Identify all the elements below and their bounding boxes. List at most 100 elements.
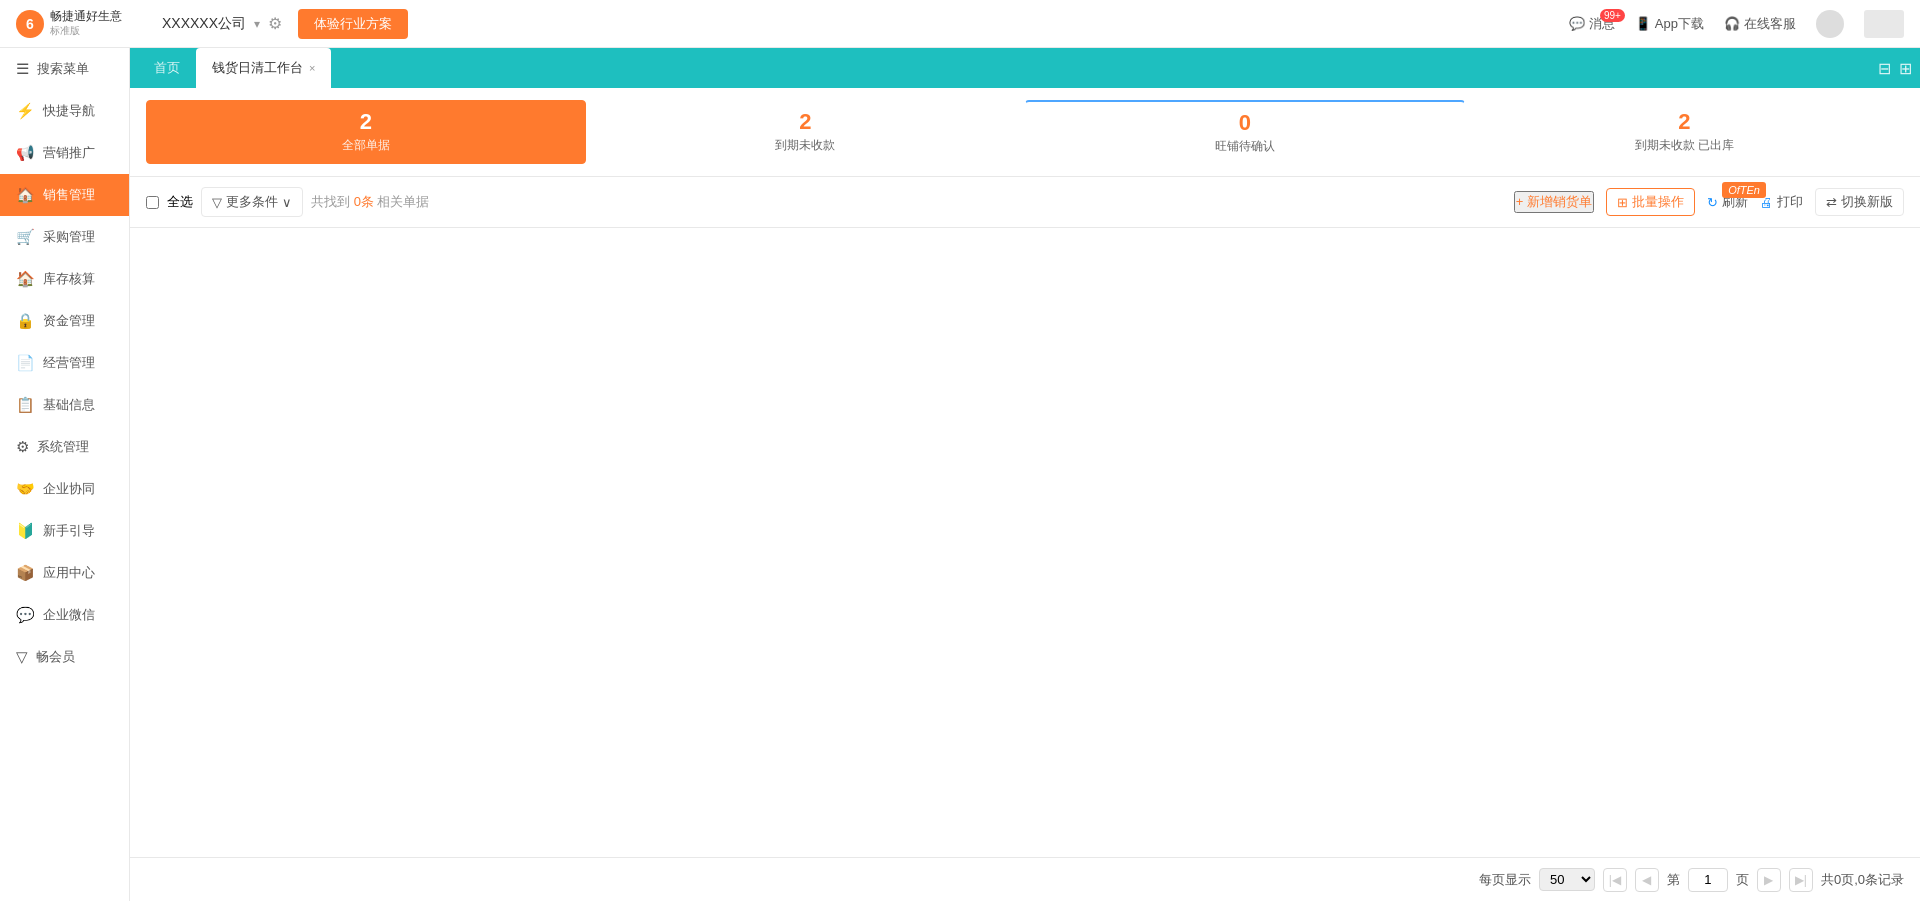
filter-label: 更多条件 bbox=[226, 193, 278, 211]
company-name: XXXXXX公司 bbox=[162, 15, 246, 33]
sidebar-item-system[interactable]: ⚙ 系统管理 bbox=[0, 426, 129, 468]
stat-label-overdue: 到期未收款 bbox=[603, 137, 1009, 154]
sidebar-item-quick-nav[interactable]: ⚡ 快捷导航 bbox=[0, 90, 129, 132]
stat-label-all: 全部单据 bbox=[163, 137, 569, 154]
user-name[interactable] bbox=[1864, 10, 1904, 38]
sidebar-item-finance[interactable]: 🔒 资金管理 bbox=[0, 300, 129, 342]
pagination: 每页显示 50 100 200 |◀ ◀ 第 页 ▶ ▶| 共0页,0条记录 bbox=[130, 857, 1920, 901]
member-icon: ▽ bbox=[16, 648, 28, 666]
page-of-label: 页 bbox=[1736, 871, 1749, 889]
app-download-button[interactable]: 📱 App下载 bbox=[1635, 15, 1704, 33]
app-center-icon: 📦 bbox=[16, 564, 35, 582]
finance-icon: 🔒 bbox=[16, 312, 35, 330]
switch-version-button[interactable]: ⇄ 切换新版 bbox=[1815, 188, 1904, 216]
switch-label: 切换新版 bbox=[1841, 193, 1893, 211]
sidebar-label-system: 系统管理 bbox=[37, 438, 89, 456]
filter-icon: ▽ bbox=[212, 195, 222, 210]
sidebar-item-sales[interactable]: 🏠 销售管理 bbox=[0, 174, 129, 216]
stat-card-overdue[interactable]: 2 到期未收款 bbox=[586, 100, 1026, 164]
company-selector[interactable]: XXXXXX公司 ▾ bbox=[162, 15, 260, 33]
tab-home-label: 首页 bbox=[154, 59, 180, 77]
avatar[interactable] bbox=[1816, 10, 1844, 38]
sidebar-item-inventory[interactable]: 🏠 库存核算 bbox=[0, 258, 129, 300]
message-icon: 💬 bbox=[1569, 16, 1585, 31]
tab-bar-right: ⊟ ⊞ bbox=[1878, 59, 1912, 78]
tab-close-icon[interactable]: × bbox=[309, 62, 315, 74]
sidebar-item-member[interactable]: ▽ 畅会员 bbox=[0, 636, 129, 678]
refresh-icon: ↻ bbox=[1707, 195, 1718, 210]
operations-icon: 📄 bbox=[16, 354, 35, 372]
sales-icon: 🏠 bbox=[16, 186, 35, 204]
search-icon: ☰ bbox=[16, 60, 29, 78]
page-size-select[interactable]: 50 100 200 bbox=[1539, 868, 1595, 891]
message-button[interactable]: 💬 消息 99+ bbox=[1569, 15, 1615, 33]
sidebar-item-search[interactable]: ☰ 搜索菜单 bbox=[0, 48, 129, 90]
batch-operation-button[interactable]: ⊞ 批量操作 bbox=[1606, 188, 1695, 216]
prev-page-button[interactable]: ◀ bbox=[1635, 868, 1659, 892]
sidebar-item-guide[interactable]: 🔰 新手引导 bbox=[0, 510, 129, 552]
chevron-down-icon: ▾ bbox=[254, 17, 260, 31]
logo-area: 6 畅捷通好生意 标准版 bbox=[16, 9, 146, 39]
headset-icon: 🎧 bbox=[1724, 16, 1740, 31]
page-label: 第 bbox=[1667, 871, 1680, 889]
logo-sub: 标准版 bbox=[50, 24, 122, 38]
stat-number-shipped: 2 bbox=[1482, 109, 1888, 135]
batch-label: 批量操作 bbox=[1632, 193, 1684, 211]
sidebar-item-operations[interactable]: 📄 经营管理 bbox=[0, 342, 129, 384]
stat-number-overdue: 2 bbox=[603, 109, 1009, 135]
content-area: 2 全部单据 2 到期未收款 0 旺铺待确认 2 到期未收款 已出库 全选 ▽ … bbox=[130, 88, 1920, 901]
sidebar-label-wechat: 企业微信 bbox=[43, 606, 95, 624]
stat-label-shipped: 到期未收款 已出库 bbox=[1482, 137, 1888, 154]
message-badge: 99+ bbox=[1600, 9, 1625, 22]
stats-row: 2 全部单据 2 到期未收款 0 旺铺待确认 2 到期未收款 已出库 bbox=[130, 88, 1920, 177]
next-page-button[interactable]: ▶ bbox=[1757, 868, 1781, 892]
stat-card-wangpu[interactable]: 0 旺铺待确认 bbox=[1025, 100, 1465, 164]
add-order-button[interactable]: + 新增销货单 bbox=[1514, 191, 1594, 213]
tab-home[interactable]: 首页 bbox=[138, 48, 196, 88]
sidebar-label-purchase: 采购管理 bbox=[43, 228, 95, 246]
tab-minimize-icon[interactable]: ⊟ bbox=[1878, 59, 1891, 78]
per-page-label: 每页显示 bbox=[1479, 871, 1531, 889]
first-page-button[interactable]: |◀ bbox=[1603, 868, 1627, 892]
try-industry-button[interactable]: 体验行业方案 bbox=[298, 9, 408, 39]
logo-name: 畅捷通好生意 bbox=[50, 9, 122, 25]
sidebar-item-basic-info[interactable]: 📋 基础信息 bbox=[0, 384, 129, 426]
sidebar-label-basic-info: 基础信息 bbox=[43, 396, 95, 414]
sidebar-label-guide: 新手引导 bbox=[43, 522, 95, 540]
stat-number-wangpu: 0 bbox=[1042, 110, 1448, 136]
toolbar: 全选 ▽ 更多条件 ∨ 共找到 0条 相关单据 + 新增销货单 ⊞ 批量操作 ↻… bbox=[130, 177, 1920, 228]
sidebar-label-member: 畅会员 bbox=[36, 648, 75, 666]
tab-expand-icon[interactable]: ⊞ bbox=[1899, 59, 1912, 78]
select-all-checkbox[interactable] bbox=[146, 196, 159, 209]
tab-workbench[interactable]: 钱货日清工作台 × bbox=[196, 48, 331, 88]
sidebar-label-sales: 销售管理 bbox=[43, 186, 95, 204]
sidebar-label-finance: 资金管理 bbox=[43, 312, 95, 330]
select-all-label: 全选 bbox=[167, 193, 193, 211]
page-number-input[interactable] bbox=[1688, 868, 1728, 892]
sidebar-item-enterprise[interactable]: 🤝 企业协同 bbox=[0, 468, 129, 510]
often-badge: OfTEn bbox=[1722, 182, 1766, 198]
enterprise-icon: 🤝 bbox=[16, 480, 35, 498]
found-count: 0条 bbox=[354, 194, 374, 209]
sidebar-item-purchase[interactable]: 🛒 采购管理 bbox=[0, 216, 129, 258]
sidebar-item-app-center[interactable]: 📦 应用中心 bbox=[0, 552, 129, 594]
sidebar-label-operations: 经营管理 bbox=[43, 354, 95, 372]
print-button[interactable]: 🖨 打印 bbox=[1760, 193, 1803, 211]
filter-button[interactable]: ▽ 更多条件 ∨ bbox=[201, 187, 303, 217]
stat-number-all: 2 bbox=[163, 109, 569, 135]
page-summary: 共0页,0条记录 bbox=[1821, 871, 1904, 889]
inventory-icon: 🏠 bbox=[16, 270, 35, 288]
marketing-icon: 📢 bbox=[16, 144, 35, 162]
stat-card-all[interactable]: 2 全部单据 bbox=[146, 100, 586, 164]
stat-card-shipped[interactable]: 2 到期未收款 已出库 bbox=[1465, 100, 1905, 164]
batch-icon: ⊞ bbox=[1617, 195, 1628, 210]
print-label: 打印 bbox=[1777, 193, 1803, 211]
last-page-button[interactable]: ▶| bbox=[1789, 868, 1813, 892]
tab-workbench-label: 钱货日清工作台 bbox=[212, 59, 303, 77]
sidebar-item-wechat[interactable]: 💬 企业微信 bbox=[0, 594, 129, 636]
guide-icon: 🔰 bbox=[16, 522, 35, 540]
gear-icon[interactable]: ⚙ bbox=[268, 14, 282, 33]
top-header: 6 畅捷通好生意 标准版 XXXXXX公司 ▾ ⚙ 体验行业方案 💬 消息 99… bbox=[0, 0, 1920, 48]
sidebar-item-marketing[interactable]: 📢 营销推广 bbox=[0, 132, 129, 174]
service-button[interactable]: 🎧 在线客服 bbox=[1724, 15, 1796, 33]
